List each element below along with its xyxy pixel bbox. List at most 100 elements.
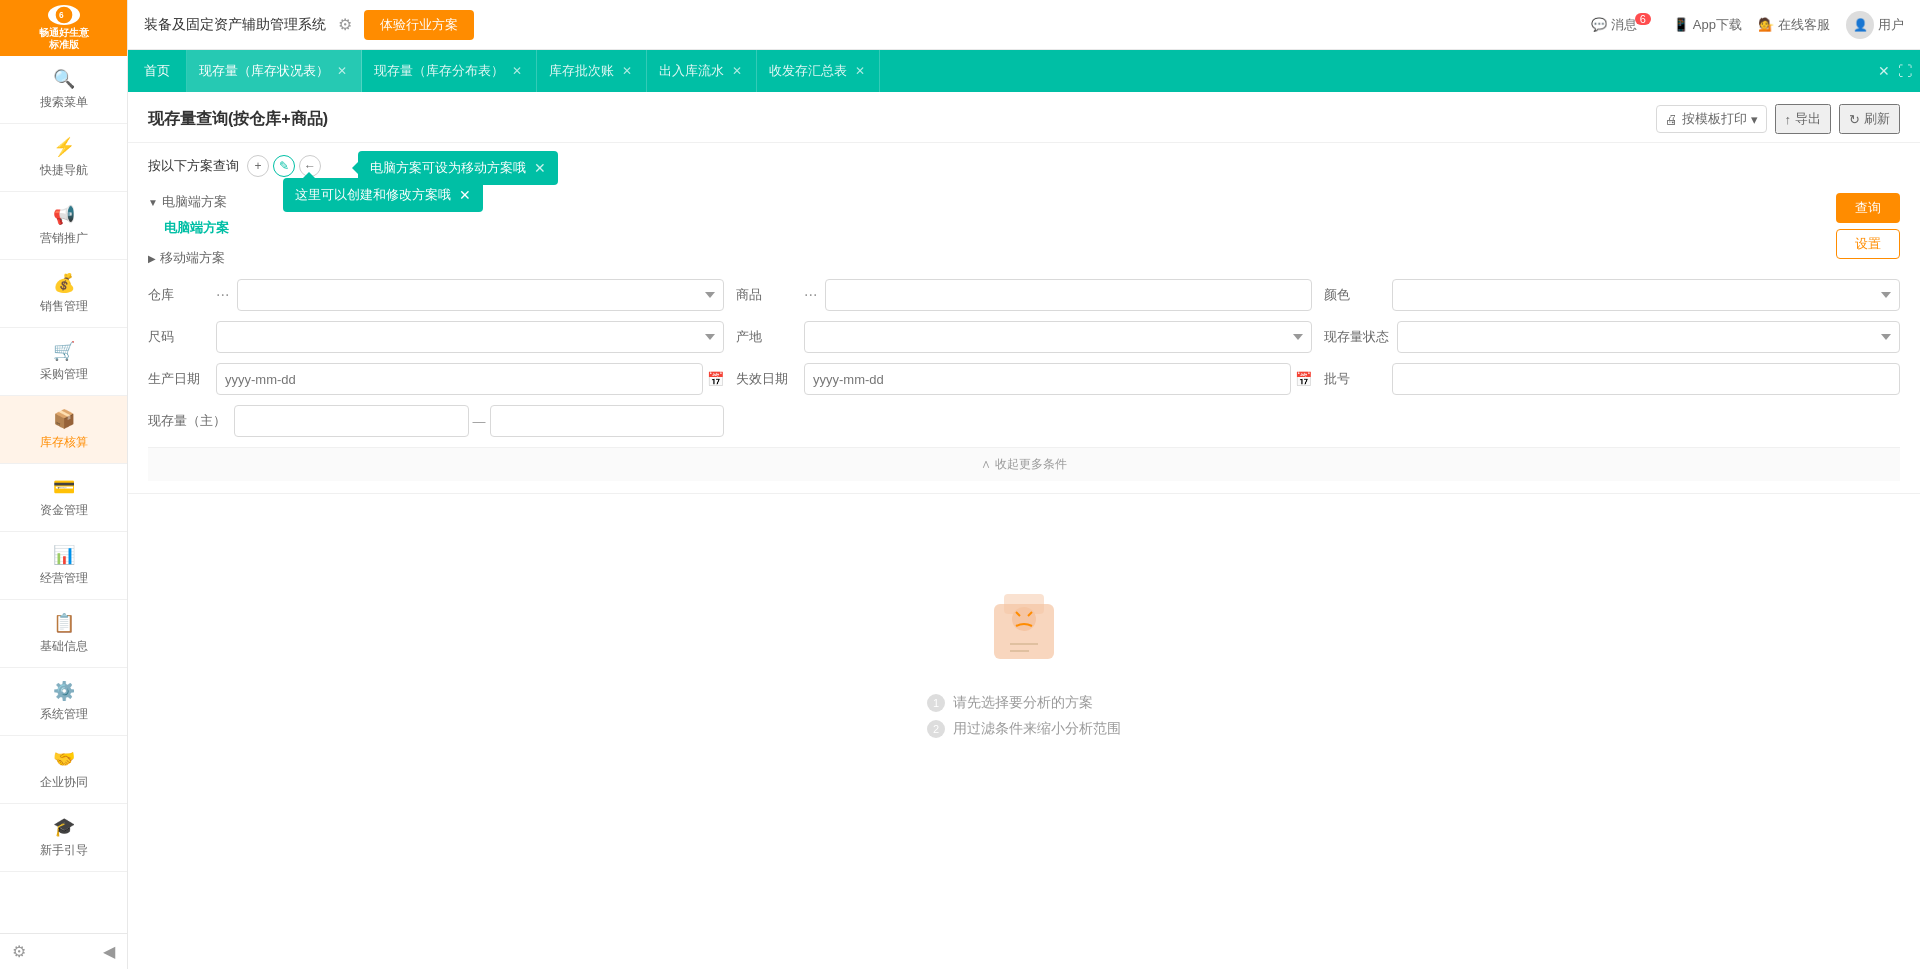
origin-select[interactable] <box>804 321 1312 353</box>
tab-collect-summary[interactable]: 收发存汇总表 ✕ <box>757 50 880 92</box>
produce-date-start[interactable] <box>216 363 703 395</box>
empty-state: 1 请先选择要分析的方案 2 用过滤条件来缩小分析范围 <box>128 494 1920 818</box>
user-btn[interactable]: 👤 用户 <box>1846 11 1904 39</box>
sidebar-item-guide[interactable]: 🎓 新手引导 <box>0 804 127 872</box>
online-service-btn[interactable]: 💁 在线客服 <box>1758 16 1830 34</box>
filter-field-size: 尺码 <box>148 321 724 353</box>
tab-batch-account[interactable]: 库存批次账 ✕ <box>537 50 647 92</box>
tab-inout-flow[interactable]: 出入库流水 ✕ <box>647 50 757 92</box>
svg-point-0 <box>55 7 72 24</box>
refresh-btn[interactable]: ↻ 刷新 <box>1839 104 1900 134</box>
system-name: 装备及固定资产辅助管理系统 <box>144 16 326 34</box>
template-print-btn[interactable]: 🖨 按模板打印 ▾ <box>1656 105 1767 133</box>
logo-icon: 6 <box>48 5 80 25</box>
sidebar-item-system[interactable]: ⚙️ 系统管理 <box>0 668 127 736</box>
online-service-label: 在线客服 <box>1778 16 1830 34</box>
warehouse-select[interactable] <box>237 279 724 311</box>
sidebar-item-label: 新手引导 <box>40 842 88 859</box>
tab-close-all-icon[interactable]: ✕ <box>1878 63 1890 79</box>
stock-qty-sep: — <box>473 414 486 429</box>
top-header: 装备及固定资产辅助管理系统 ⚙ 体验行业方案 💬 消息 6 📱 App下载 💁 … <box>128 0 1920 50</box>
produce-date-cal-icon[interactable]: 📅 <box>707 371 724 387</box>
dropdown-icon: ▾ <box>1751 112 1758 127</box>
header-settings-icon[interactable]: ⚙ <box>338 15 352 34</box>
svg-text:6: 6 <box>59 10 64 20</box>
goods-dots-icon[interactable]: ··· <box>804 286 817 304</box>
industry-btn[interactable]: 体验行业方案 <box>364 10 474 40</box>
stock-status-select[interactable] <box>1397 321 1900 353</box>
sidebar-item-quicknav[interactable]: ⚡ 快捷导航 <box>0 124 127 192</box>
service-icon: 💁 <box>1758 17 1774 32</box>
print-icon: 🖨 <box>1665 112 1678 127</box>
scheme-edit-popup-close-btn[interactable]: ✕ <box>459 187 471 203</box>
main-area: 装备及固定资产辅助管理系统 ⚙ 体验行业方案 💬 消息 6 📱 App下载 💁 … <box>128 0 1920 969</box>
finance-icon: 💳 <box>53 476 75 498</box>
produce-date-label: 生产日期 <box>148 370 208 388</box>
export-btn[interactable]: ↑ 导出 <box>1775 104 1832 134</box>
tab-inventory-status-close[interactable]: ✕ <box>335 62 349 80</box>
filter-field-goods: 商品 ··· <box>736 279 1312 311</box>
goods-input[interactable] <box>825 279 1312 311</box>
sidebar-item-inventory[interactable]: 📦 库存核算 <box>0 396 127 464</box>
search-btn[interactable]: 查询 <box>1836 193 1900 223</box>
scheme-popup-close-btn[interactable]: ✕ <box>534 160 546 176</box>
tab-home-label: 首页 <box>144 62 170 80</box>
tab-fullscreen-icon[interactable]: ⛶ <box>1898 63 1912 79</box>
refresh-icon: ↻ <box>1849 112 1860 127</box>
sidebar-item-operations[interactable]: 📊 经营管理 <box>0 532 127 600</box>
tab-inventory-dist[interactable]: 现存量（库存分布表） ✕ <box>362 50 537 92</box>
guide-icon: 🎓 <box>53 816 75 838</box>
tab-inventory-status[interactable]: 现存量（库存状况表） ✕ <box>187 50 362 92</box>
search-icon: 🔍 <box>53 68 75 90</box>
tip-text-2: 用过滤条件来缩小分析范围 <box>953 720 1121 738</box>
batch-input[interactable] <box>1392 363 1900 395</box>
page-header: 现存量查询(按仓库+商品) 🖨 按模板打印 ▾ ↑ 导出 ↻ 刷新 <box>128 92 1920 143</box>
sidebar-item-enterprise[interactable]: 🤝 企业协同 <box>0 736 127 804</box>
svg-point-4 <box>1012 607 1036 631</box>
settings-icon[interactable]: ⚙ <box>12 942 26 961</box>
collapse-sidebar-icon[interactable]: ◀ <box>103 942 115 961</box>
tab-inventory-dist-close[interactable]: ✕ <box>510 62 524 80</box>
scheme-section-mobile-header[interactable]: ▶ 移动端方案 <box>148 245 1900 271</box>
filter-field-expire-date: 失效日期 📅 <box>736 363 1312 395</box>
basic-icon: 📋 <box>53 612 75 634</box>
stock-qty-min[interactable] <box>234 405 469 437</box>
edit-scheme-btn[interactable]: ✎ <box>273 155 295 177</box>
stock-qty-range: — <box>234 405 724 437</box>
reset-btn[interactable]: 设置 <box>1836 229 1900 259</box>
header-left: 装备及固定资产辅助管理系统 ⚙ 体验行业方案 <box>144 10 474 40</box>
tip-num-2: 2 <box>927 720 945 738</box>
color-select[interactable] <box>1392 279 1900 311</box>
scheme-popup-text: 电脑方案可设为移动方案哦 <box>370 159 526 177</box>
empty-illustration <box>974 574 1074 674</box>
warehouse-dots-icon[interactable]: ··· <box>216 286 229 304</box>
sidebar-item-finance[interactable]: 💳 资金管理 <box>0 464 127 532</box>
tab-home[interactable]: 首页 <box>128 50 187 92</box>
stock-qty-max[interactable] <box>490 405 725 437</box>
sidebar-item-label: 搜索菜单 <box>40 94 88 111</box>
message-btn[interactable]: 💬 消息 6 <box>1591 16 1657 34</box>
app-download-btn[interactable]: 📱 App下载 <box>1673 16 1742 34</box>
expire-date-start[interactable] <box>804 363 1291 395</box>
filter-actions: 查询 设置 <box>1836 193 1900 259</box>
filter-rows: 仓库 ··· 商品 ··· 颜色 <box>148 279 1900 437</box>
size-select[interactable] <box>216 321 724 353</box>
expire-date-cal-icon[interactable]: 📅 <box>1295 371 1312 387</box>
sidebar-item-purchase[interactable]: 🛒 采购管理 <box>0 328 127 396</box>
tab-inout-flow-close[interactable]: ✕ <box>730 62 744 80</box>
template-print-label: 按模板打印 <box>1682 110 1747 128</box>
tab-collect-summary-close[interactable]: ✕ <box>853 62 867 80</box>
filter-field-stock-qty: 现存量（主） — <box>148 405 724 437</box>
collapse-bar[interactable]: ∧ 收起更多条件 <box>148 447 1900 481</box>
sidebar-item-label: 资金管理 <box>40 502 88 519</box>
goods-label: 商品 <box>736 286 796 304</box>
sidebar-item-sales[interactable]: 💰 销售管理 <box>0 260 127 328</box>
sidebar-item-basic[interactable]: 📋 基础信息 <box>0 600 127 668</box>
sidebar-item-search[interactable]: 🔍 搜索菜单 <box>0 56 127 124</box>
sidebar-item-marketing[interactable]: 📢 营销推广 <box>0 192 127 260</box>
tab-batch-account-label: 库存批次账 <box>549 62 614 80</box>
add-scheme-btn[interactable]: + <box>247 155 269 177</box>
sidebar-item-label: 企业协同 <box>40 774 88 791</box>
scheme-item-desktop[interactable]: 电脑端方案 <box>148 215 1900 241</box>
tab-batch-account-close[interactable]: ✕ <box>620 62 634 80</box>
